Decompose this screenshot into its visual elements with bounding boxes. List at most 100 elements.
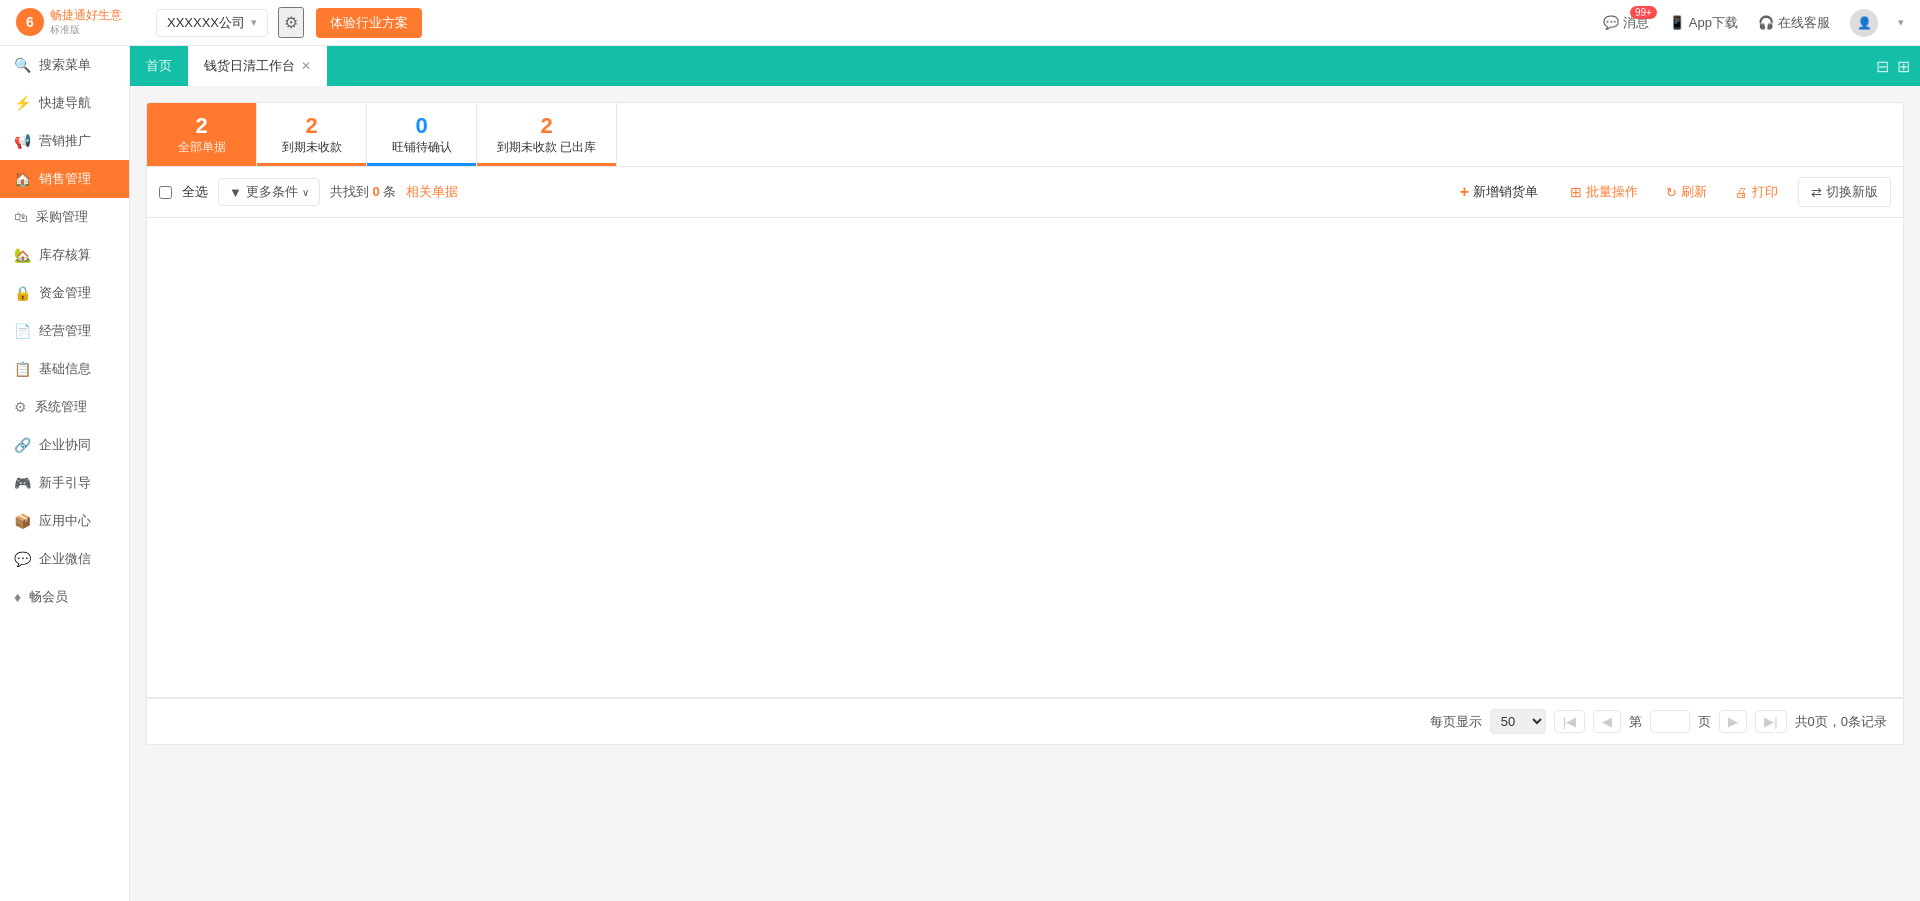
found-count: 0: [373, 184, 380, 199]
sidebar-item-app-center[interactable]: 📦 应用中心: [0, 502, 129, 540]
batch-operation-button[interactable]: ⊞ 批量操作: [1562, 179, 1646, 205]
page-size-select[interactable]: 50 10 20 100: [1490, 709, 1546, 734]
settings-button[interactable]: ⚙: [278, 7, 304, 38]
message-icon: 💬: [1603, 15, 1619, 30]
filter-button[interactable]: ▼ 更多条件 ∨: [218, 178, 320, 206]
company-selector[interactable]: XXXXXX公司 ▾: [156, 9, 268, 37]
stat-tab-shipped[interactable]: 2 到期未收款 已出库: [477, 103, 617, 166]
found-unit: 条: [383, 184, 396, 199]
select-all-checkbox[interactable]: [159, 186, 172, 199]
page-text-pre: 第: [1629, 713, 1642, 731]
cooperation-icon: 🔗: [14, 437, 31, 453]
main-content: 2 全部单据 2 到期未收款 0 旺铺待确认 2 到期未收款 已出库 全选 ▼ …: [130, 86, 1920, 901]
sidebar-label-inventory: 库存核算: [39, 246, 91, 264]
sidebar-item-cooperation[interactable]: 🔗 企业协同: [0, 426, 129, 464]
app-name: 畅捷通好生意: [50, 8, 122, 22]
content-area: [146, 218, 1904, 698]
stat-count-overdue: 2: [277, 113, 346, 139]
tab-work[interactable]: 钱货日清工作台 ✕: [188, 46, 327, 86]
sidebar-item-member[interactable]: ♦ 畅会员: [0, 578, 129, 616]
stat-tab-pending[interactable]: 0 旺铺待确认: [367, 103, 477, 166]
app-logo: 6: [16, 8, 44, 36]
refresh-button[interactable]: ↻ 刷新: [1658, 179, 1715, 205]
sidebar-label-basic-info: 基础信息: [39, 360, 91, 378]
toolbar: 全选 ▼ 更多条件 ∨ 共找到 0 条 相关单据 + 新增销货单 ⊞ 批量操作: [146, 167, 1904, 218]
user-name-area[interactable]: ▾: [1898, 16, 1904, 29]
stat-tab-all[interactable]: 2 全部单据: [147, 103, 257, 166]
tab-home[interactable]: 首页: [130, 46, 188, 86]
sidebar-item-enterprise-wechat[interactable]: 💬 企业微信: [0, 540, 129, 578]
guide-icon: 🎮: [14, 475, 31, 491]
prev-page-button[interactable]: ◀: [1593, 710, 1621, 733]
tab-close-icon[interactable]: ✕: [301, 59, 311, 73]
batch-icon: ⊞: [1570, 184, 1582, 200]
stat-tab-overdue[interactable]: 2 到期未收款: [257, 103, 367, 166]
sidebar-item-search[interactable]: 🔍 搜索菜单: [0, 46, 129, 84]
sidebar-item-inventory[interactable]: 🏡 库存核算: [0, 236, 129, 274]
sidebar-label-app-center: 应用中心: [39, 512, 91, 530]
enterprise-wechat-icon: 💬: [14, 551, 31, 567]
stat-count-shipped: 2: [497, 113, 596, 139]
add-icon: +: [1460, 183, 1469, 201]
page-number-input[interactable]: 1: [1650, 710, 1690, 733]
stat-count-pending: 0: [387, 113, 456, 139]
window-minimize-icon[interactable]: ⊟: [1876, 57, 1889, 76]
sidebar-item-capital[interactable]: 🔒 资金管理: [0, 274, 129, 312]
sidebar-item-marketing[interactable]: 📢 营销推广: [0, 122, 129, 160]
filter-chevron-icon: ∨: [302, 187, 309, 198]
operations-icon: 📄: [14, 323, 31, 339]
next-page-button[interactable]: ▶: [1719, 710, 1747, 733]
sidebar-item-guide[interactable]: 🎮 新手引导: [0, 464, 129, 502]
tab-bar: 首页 钱货日清工作台 ✕ ⊟ ⊞: [130, 46, 1920, 86]
avatar-icon: 👤: [1857, 16, 1872, 30]
inventory-icon: 🏡: [14, 247, 31, 263]
message-badge: 99+: [1630, 6, 1657, 19]
sidebar-label-guide: 新手引导: [39, 474, 91, 492]
sidebar-label-cooperation: 企业协同: [39, 436, 91, 454]
stats-tabs: 2 全部单据 2 到期未收款 0 旺铺待确认 2 到期未收款 已出库: [146, 102, 1904, 167]
first-page-button[interactable]: |◀: [1554, 710, 1585, 733]
sidebar-item-quick-nav[interactable]: ⚡ 快捷导航: [0, 84, 129, 122]
sales-icon: 🏠: [14, 171, 31, 187]
member-icon: ♦: [14, 589, 21, 605]
tab-window-controls: ⊟ ⊞: [1876, 57, 1920, 76]
trial-button[interactable]: 体验行业方案: [316, 8, 422, 38]
app-download-button[interactable]: 📱 App下载: [1669, 14, 1738, 32]
window-maximize-icon[interactable]: ⊞: [1897, 57, 1910, 76]
stat-count-all: 2: [167, 113, 236, 139]
last-page-button[interactable]: ▶|: [1755, 710, 1786, 733]
filter-icon: ▼: [229, 185, 242, 200]
sidebar-item-sales[interactable]: 🏠 销售管理: [0, 160, 129, 198]
tab-home-label: 首页: [146, 57, 172, 75]
service-icon: 🎧: [1758, 15, 1774, 30]
batch-label: 批量操作: [1586, 183, 1638, 201]
page-text-post: 页: [1698, 713, 1711, 731]
sidebar-item-operations[interactable]: 📄 经营管理: [0, 312, 129, 350]
basic-info-icon: 📋: [14, 361, 31, 377]
quick-nav-icon: ⚡: [14, 95, 31, 111]
online-service-button[interactable]: 🎧 在线客服: [1758, 14, 1830, 32]
company-name: XXXXXX公司: [167, 14, 245, 32]
total-records-text: 共0页，0条记录: [1795, 713, 1887, 731]
related-link[interactable]: 相关单据: [406, 183, 458, 201]
add-sales-order-button[interactable]: + 新增销货单: [1448, 178, 1550, 206]
print-button[interactable]: 🖨 打印: [1727, 179, 1786, 205]
sidebar-label-enterprise-wechat: 企业微信: [39, 550, 91, 568]
switch-icon: ⇄: [1811, 185, 1822, 200]
message-button[interactable]: 💬 消息 99+: [1603, 14, 1649, 32]
user-avatar[interactable]: 👤: [1850, 9, 1878, 37]
refresh-icon: ↻: [1666, 185, 1677, 200]
capital-icon: 🔒: [14, 285, 31, 301]
print-label: 打印: [1752, 183, 1778, 201]
sidebar-item-system[interactable]: ⚙ 系统管理: [0, 388, 129, 426]
header-right: 💬 消息 99+ 📱 App下载 🎧 在线客服 👤 ▾: [1603, 9, 1904, 37]
marketing-icon: 📢: [14, 133, 31, 149]
print-icon: 🖨: [1735, 185, 1748, 200]
sidebar-item-basic-info[interactable]: 📋 基础信息: [0, 350, 129, 388]
toolbar-left: 全选 ▼ 更多条件 ∨ 共找到 0 条 相关单据: [159, 178, 1436, 206]
switch-version-button[interactable]: ⇄ 切换新版: [1798, 177, 1891, 207]
refresh-label: 刷新: [1681, 183, 1707, 201]
sidebar-item-purchase[interactable]: 🛍 采购管理: [0, 198, 129, 236]
toolbar-right: + 新增销货单 ⊞ 批量操作 ↻ 刷新 🖨 打印 ⇄ 切换新版: [1448, 177, 1891, 207]
select-all-label: 全选: [182, 183, 208, 201]
